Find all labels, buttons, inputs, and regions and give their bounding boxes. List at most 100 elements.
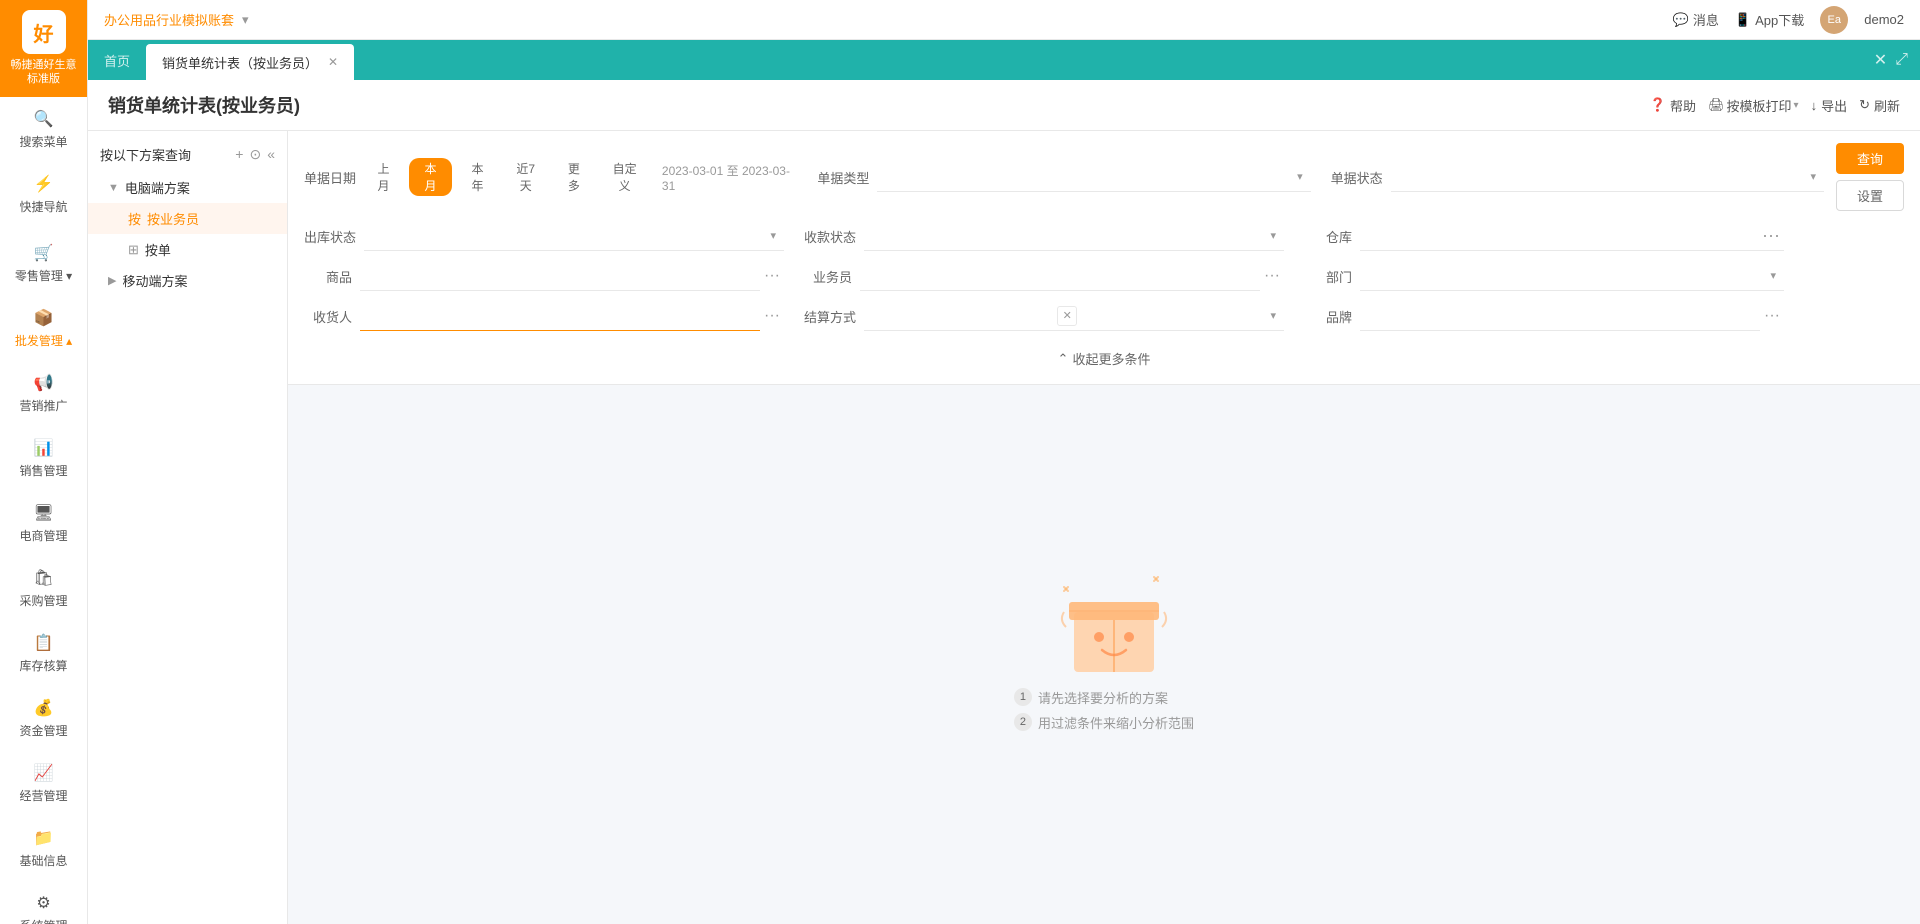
doctype-arrow-icon: ▾	[1297, 170, 1303, 183]
sidebar-item-label: 电商管理	[19, 527, 67, 544]
collapse-panel-btn[interactable]: «	[267, 146, 275, 163]
topbar-appdownload-btn[interactable]: 📱 App下载	[1735, 10, 1804, 29]
sidebar-item-finance[interactable]: 💰 资金管理	[0, 686, 87, 751]
date-range-text: 2023-03-01 至 2023-03-31	[662, 162, 797, 193]
date-btn-custom[interactable]: 自定义	[599, 158, 649, 196]
settings-scheme-btn[interactable]: ⊙	[249, 146, 261, 163]
page-body: 按以下方案查询 + ⊙ « ▼ 电脑端方案 按	[88, 131, 1920, 924]
basicinfo-icon: 📁	[34, 828, 54, 848]
sidebar-item-retail[interactable]: 🛒 零售管理 ▾	[0, 231, 87, 296]
date-filter: 上月 本月 本年 近7天 更多 自定义 2023-03-01 至 2023-03…	[364, 158, 797, 196]
tree-section: ▼ 电脑端方案 按 按业务员 ⊞ 按单 ▶ 移动	[88, 172, 287, 296]
tabbar-expand-btn[interactable]: ⤢	[1895, 51, 1908, 69]
tree-mobile-label: 移动端方案	[122, 271, 187, 290]
outstatus-arrow-icon: ▾	[770, 229, 776, 242]
empty-text: 1 请先选择要分析的方案 2 用过滤条件来缩小分析范围	[1014, 688, 1194, 738]
salesperson-input[interactable]	[860, 261, 1260, 291]
filter-settlement-item: 结算方式 ✕ ▾	[784, 301, 1284, 331]
tree-child-salesperson[interactable]: 按 按业务员	[88, 203, 287, 234]
tree-mobile-section[interactable]: ▶ 移动端方案	[88, 265, 287, 296]
sidebar-item-wholesale[interactable]: 📦 批发管理 ▴	[0, 296, 87, 361]
sidebar-item-label: 采购管理	[19, 592, 67, 609]
brand-dots[interactable]: ···	[1760, 307, 1784, 325]
goods-input[interactable]	[360, 261, 760, 291]
help-action[interactable]: ❓ 帮助	[1650, 96, 1696, 115]
export-action[interactable]: ↓ 导出	[1811, 96, 1848, 115]
refresh-action[interactable]: ↻ 刷新	[1859, 96, 1900, 115]
topbar-dropdown-icon[interactable]: ▾	[242, 12, 249, 28]
sidebar-logo[interactable]: 好 畅捷通好生意 标准版	[0, 0, 87, 97]
empty-svg	[1054, 572, 1174, 682]
outstatus-label: 出库状态	[304, 227, 364, 246]
tab-sales-stat[interactable]: 销货单统计表（按业务员） ✕	[146, 44, 354, 80]
sidebar-item-ecommerce[interactable]: 🖥 电商管理	[0, 491, 87, 556]
filter-warehouse-item: 仓库 ···	[1284, 221, 1784, 251]
settlement-clear-btn[interactable]: ✕	[1057, 306, 1077, 326]
warehouse-input[interactable]: ···	[1360, 221, 1784, 251]
sidebar-item-basicinfo[interactable]: 📁 基础信息	[0, 816, 87, 881]
date-btn-thismonth[interactable]: 本月	[409, 158, 452, 196]
salesperson-dots[interactable]: ···	[1260, 267, 1284, 285]
doctype-select[interactable]: ▾	[877, 162, 1310, 192]
docstatus-arrow-icon: ▾	[1810, 170, 1816, 183]
sidebar-item-label: 快捷导航	[19, 198, 67, 215]
left-panel-header-actions: + ⊙ «	[235, 146, 275, 163]
date-btn-thisyear[interactable]: 本年	[458, 158, 497, 196]
filter-area: 单据日期 上月 本月 本年 近7天 更多 自定义 2023-03-01 至 20…	[288, 131, 1920, 385]
filter-actions: 查询 设置	[1824, 143, 1904, 211]
tree-child-byorder[interactable]: ⊞ 按单	[88, 234, 287, 265]
sidebar-item-marketing[interactable]: 📢 营销推广	[0, 361, 87, 426]
docstatus-select[interactable]: ▾	[1391, 162, 1824, 192]
refresh-icon: ↻	[1859, 97, 1870, 113]
tree-expand-icon: ▼	[108, 182, 119, 194]
sidebar-item-sales[interactable]: 📊 销售管理	[0, 426, 87, 491]
receiver-dots[interactable]: ···	[760, 307, 784, 325]
sidebar-item-search[interactable]: 🔍 搜索菜单	[0, 97, 87, 162]
tree-child-salesperson-label: 按业务员	[147, 209, 199, 228]
tree-child-byorder-label: 按单	[145, 240, 171, 259]
receiptstatus-select[interactable]: ▾	[864, 221, 1284, 251]
topbar-appname[interactable]: 办公用品行业模拟账套	[104, 10, 234, 29]
receiver-input[interactable]	[360, 301, 760, 331]
tab-home-label: 首页	[104, 51, 130, 70]
settlement-select[interactable]: ✕ ▾	[864, 301, 1284, 331]
collapse-btn[interactable]: ⌃ 收起更多条件	[1058, 349, 1151, 368]
filter-row-4: 收货人 ··· 结算方式 ✕ ▾	[304, 301, 1904, 331]
ecommerce-icon: 🖥	[33, 503, 53, 523]
sidebar-item-system[interactable]: ⚙ 系统管理	[0, 881, 87, 924]
set-button[interactable]: 设置	[1836, 180, 1904, 211]
sidebar-item-operations[interactable]: 📈 经营管理	[0, 751, 87, 816]
sidebar-item-purchase[interactable]: 🛍 采购管理	[0, 556, 87, 621]
sidebar-item-inventory[interactable]: 📋 库存核算	[0, 621, 87, 686]
topbar-message-btn[interactable]: 💬 消息	[1673, 10, 1719, 29]
query-button[interactable]: 查询	[1836, 143, 1904, 174]
tree-pc-label: 电脑端方案	[125, 178, 190, 197]
brand-input[interactable]	[1360, 301, 1760, 331]
sidebar-item-quicknav[interactable]: ⚡ 快捷导航	[0, 162, 87, 227]
user-avatar[interactable]: Ea	[1820, 6, 1848, 34]
main-area: 办公用品行业模拟账套 ▾ 💬 消息 📱 App下载 Ea demo2 首页 销货…	[88, 0, 1920, 924]
marketing-icon: 📢	[34, 373, 54, 393]
date-btn-lastmonth[interactable]: 上月	[364, 158, 403, 196]
step2-text: 用过滤条件来缩小分析范围	[1038, 713, 1194, 732]
tabbar: 首页 销货单统计表（按业务员） ✕ ✕ ⤢	[88, 40, 1920, 80]
content: 销货单统计表(按业务员) ❓ 帮助 🖨 按模板打印 ▾ ↓ 导出	[88, 80, 1920, 924]
tab-home[interactable]: 首页	[88, 40, 146, 80]
sidebar-item-label: 库存核算	[19, 657, 67, 674]
tab-close-icon[interactable]: ✕	[328, 55, 338, 69]
date-btn-7days[interactable]: 近7天	[503, 158, 548, 196]
outstatus-select[interactable]: ▾	[364, 221, 784, 251]
date-btn-more[interactable]: 更多	[554, 158, 593, 196]
print-action[interactable]: 🖨 按模板打印 ▾	[1708, 96, 1799, 115]
filter-row-3: 商品 ··· 业务员 ··· 部门	[304, 261, 1904, 291]
tabbar-close-btn[interactable]: ✕	[1874, 50, 1887, 70]
filter-goods-item: 商品 ···	[304, 261, 784, 291]
add-scheme-btn[interactable]: +	[235, 146, 243, 163]
inventory-icon: 📋	[34, 633, 54, 653]
filter-salesperson-item: 业务员 ···	[784, 261, 1284, 291]
department-select[interactable]: ▾	[1360, 261, 1784, 291]
left-panel-header: 按以下方案查询 + ⊙ «	[88, 141, 287, 172]
goods-label: 商品	[304, 267, 360, 286]
tree-pc-section[interactable]: ▼ 电脑端方案	[88, 172, 287, 203]
goods-dots[interactable]: ···	[760, 267, 784, 285]
